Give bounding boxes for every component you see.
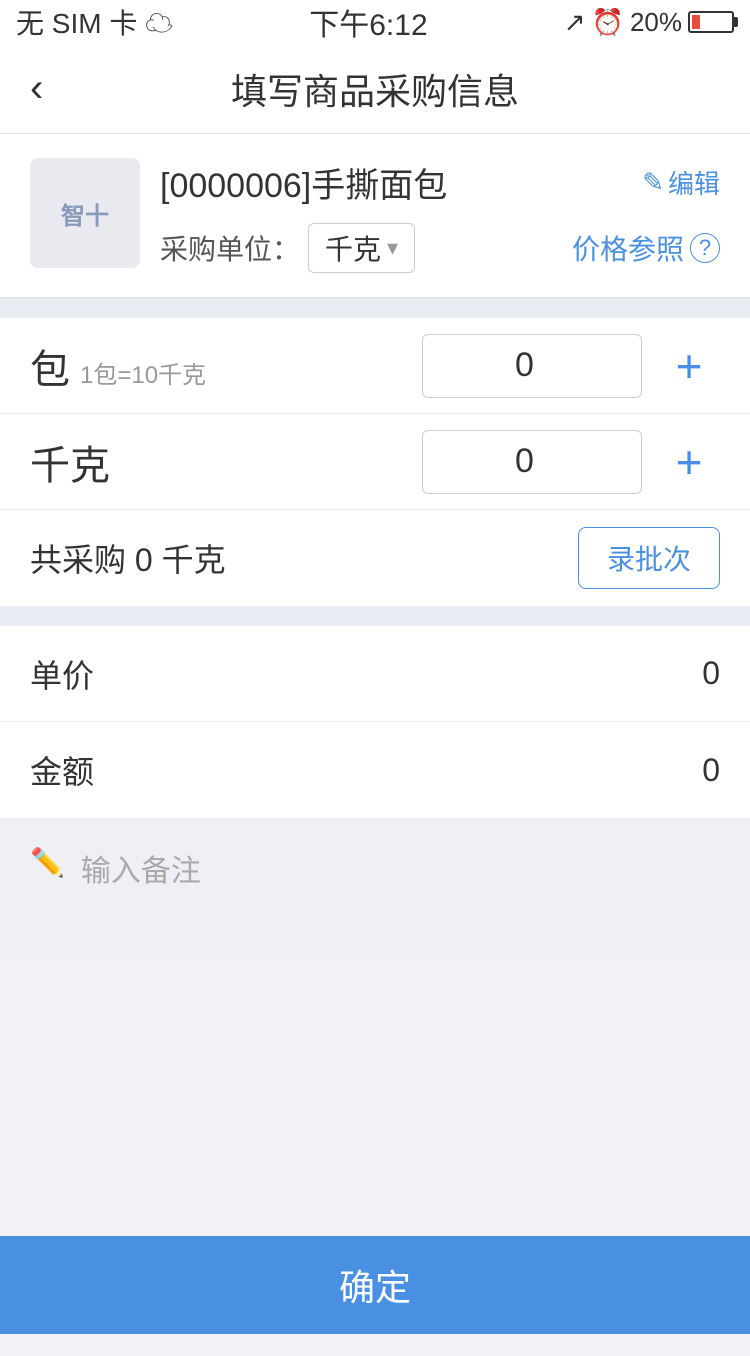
kg-input-row: 千克 + xyxy=(0,414,750,510)
remark-section[interactable]: ✏️ 输入备注 xyxy=(0,818,750,958)
alarm-icon: ⏰ xyxy=(592,7,624,38)
kg-label: 千克 xyxy=(30,433,210,491)
kg-quantity-input[interactable] xyxy=(422,430,642,494)
bao-control: + xyxy=(210,334,720,398)
bao-label: 包 1包=10千克 xyxy=(30,337,210,395)
unit-dropdown[interactable]: 千克 ▾ xyxy=(308,223,415,273)
unit-price-value: 0 xyxy=(702,655,720,692)
kg-plus-button[interactable]: + xyxy=(658,431,720,493)
kg-unit: 千克 xyxy=(30,433,110,491)
price-section: 单价 0 金额 0 xyxy=(0,626,750,818)
back-button[interactable]: ‹ xyxy=(30,66,90,111)
summary-row: 共采购 0 千克 录批次 xyxy=(0,510,750,606)
bao-plus-button[interactable]: + xyxy=(658,335,720,397)
batch-button[interactable]: 录批次 xyxy=(578,527,720,589)
product-name: [0000006]手撕面包 xyxy=(160,158,447,207)
bao-unit: 包 xyxy=(30,337,70,395)
input-section: 包 1包=10千克 + 千克 + xyxy=(0,318,750,510)
pencil-icon: ✏️ xyxy=(30,846,65,879)
status-left: 无 SIM 卡 ☁ xyxy=(16,2,173,42)
bao-input-row: 包 1包=10千克 + xyxy=(0,318,750,414)
status-bar: 无 SIM 卡 ☁ 下午6:12 ↗ ⏰ 20% xyxy=(0,0,750,44)
confirm-button[interactable]: 确定 xyxy=(0,1236,750,1334)
unit-price-label: 单价 xyxy=(30,651,94,697)
section-divider-2 xyxy=(0,606,750,626)
amount-label: 金额 xyxy=(30,747,94,793)
amount-value: 0 xyxy=(702,752,720,789)
section-divider-1 xyxy=(0,298,750,318)
battery-percent: 20% xyxy=(630,7,682,38)
bao-quantity-input[interactable] xyxy=(422,334,642,398)
status-time: 下午6:12 xyxy=(309,0,427,44)
price-ref-button[interactable]: 价格参照 ? xyxy=(572,228,720,268)
confirm-button-label: 确定 xyxy=(339,1259,411,1311)
content-background xyxy=(0,958,750,1258)
help-icon: ? xyxy=(690,233,720,263)
product-info: [0000006]手撕面包 ✎ 编辑 采购单位： 千克 ▾ 价格参照 ? xyxy=(160,158,720,273)
amount-row: 金额 0 xyxy=(0,722,750,818)
edit-button[interactable]: ✎ 编辑 xyxy=(642,164,720,201)
unit-prefix: 采购单位： xyxy=(160,228,300,268)
nav-bar: ‹ 填写商品采购信息 xyxy=(0,44,750,134)
battery-fill xyxy=(692,15,700,29)
product-card: 智十 [0000006]手撕面包 ✎ 编辑 采购单位： 千克 ▾ 价格参照 ? xyxy=(0,134,750,298)
chevron-down-icon: ▾ xyxy=(387,235,398,261)
product-thumbnail: 智十 xyxy=(30,158,140,268)
summary-text: 共采购 0 千克 xyxy=(30,535,226,581)
product-name-row: [0000006]手撕面包 ✎ 编辑 xyxy=(160,158,720,207)
product-unit-row: 采购单位： 千克 ▾ 价格参照 ? xyxy=(160,223,720,273)
remark-placeholder: 输入备注 xyxy=(81,846,201,890)
battery-icon xyxy=(688,11,734,33)
page-title: 填写商品采购信息 xyxy=(231,63,519,115)
bao-sub: 1包=10千克 xyxy=(80,355,206,390)
location-icon: ↗ xyxy=(564,7,586,38)
unit-price-row: 单价 0 xyxy=(0,626,750,722)
status-right: ↗ ⏰ 20% xyxy=(564,7,734,38)
kg-control: + xyxy=(210,430,720,494)
edit-icon: ✎ xyxy=(642,167,664,198)
no-sim-text: 无 SIM 卡 ☁ xyxy=(16,2,173,42)
